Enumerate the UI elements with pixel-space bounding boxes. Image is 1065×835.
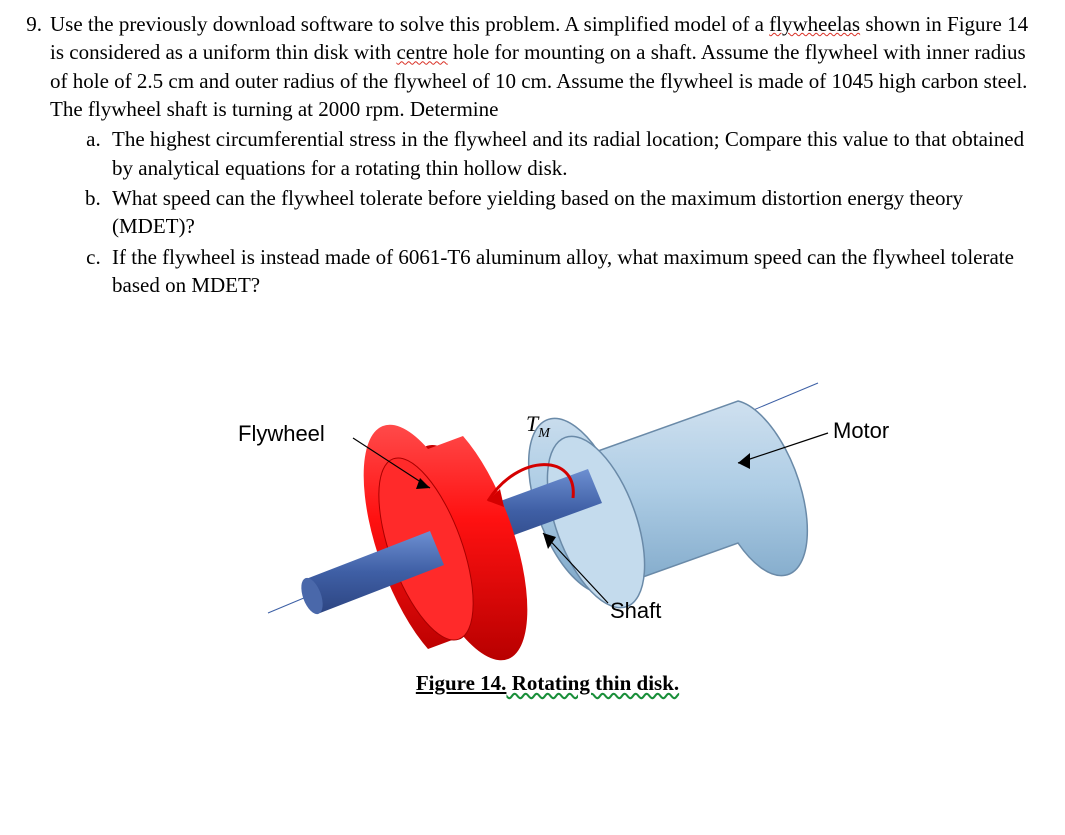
part-b: What speed can the flywheel tolerate bef… <box>106 184 1045 241</box>
part-a: The highest circumferential stress in th… <box>106 125 1045 182</box>
intro-text-a: Use the previously download software to … <box>50 12 769 36</box>
shaft-label: Shaft <box>610 598 661 623</box>
problem-block: 9. Use the previously download software … <box>10 10 1045 698</box>
tm-M: M <box>537 426 551 441</box>
figure-wrap: Flywheel Motor Shaft TM <box>50 323 1045 697</box>
tm-label-group: TM <box>526 411 551 441</box>
figure-caption: Figure 14. Rotating thin disk. <box>50 669 1045 697</box>
figure-svg: Flywheel Motor Shaft TM <box>178 323 918 663</box>
problem-body: Use the previously download software to … <box>50 10 1045 698</box>
flywheel-disk <box>359 425 527 660</box>
motor-label: Motor <box>833 418 889 443</box>
flywheel-label: Flywheel <box>238 421 325 446</box>
svg-text:TM: TM <box>526 411 551 441</box>
intro-flywheelas: flywheelas <box>769 12 860 36</box>
caption-fig: Figure 14. <box>416 671 507 695</box>
sub-list: The highest circumferential stress in th… <box>50 125 1045 299</box>
caption-rest: Rotating thin disk. <box>506 671 679 695</box>
problem-number: 9. <box>10 10 50 38</box>
intro-centre: centre <box>396 40 447 64</box>
part-c: If the flywheel is instead made of 6061-… <box>106 243 1045 300</box>
